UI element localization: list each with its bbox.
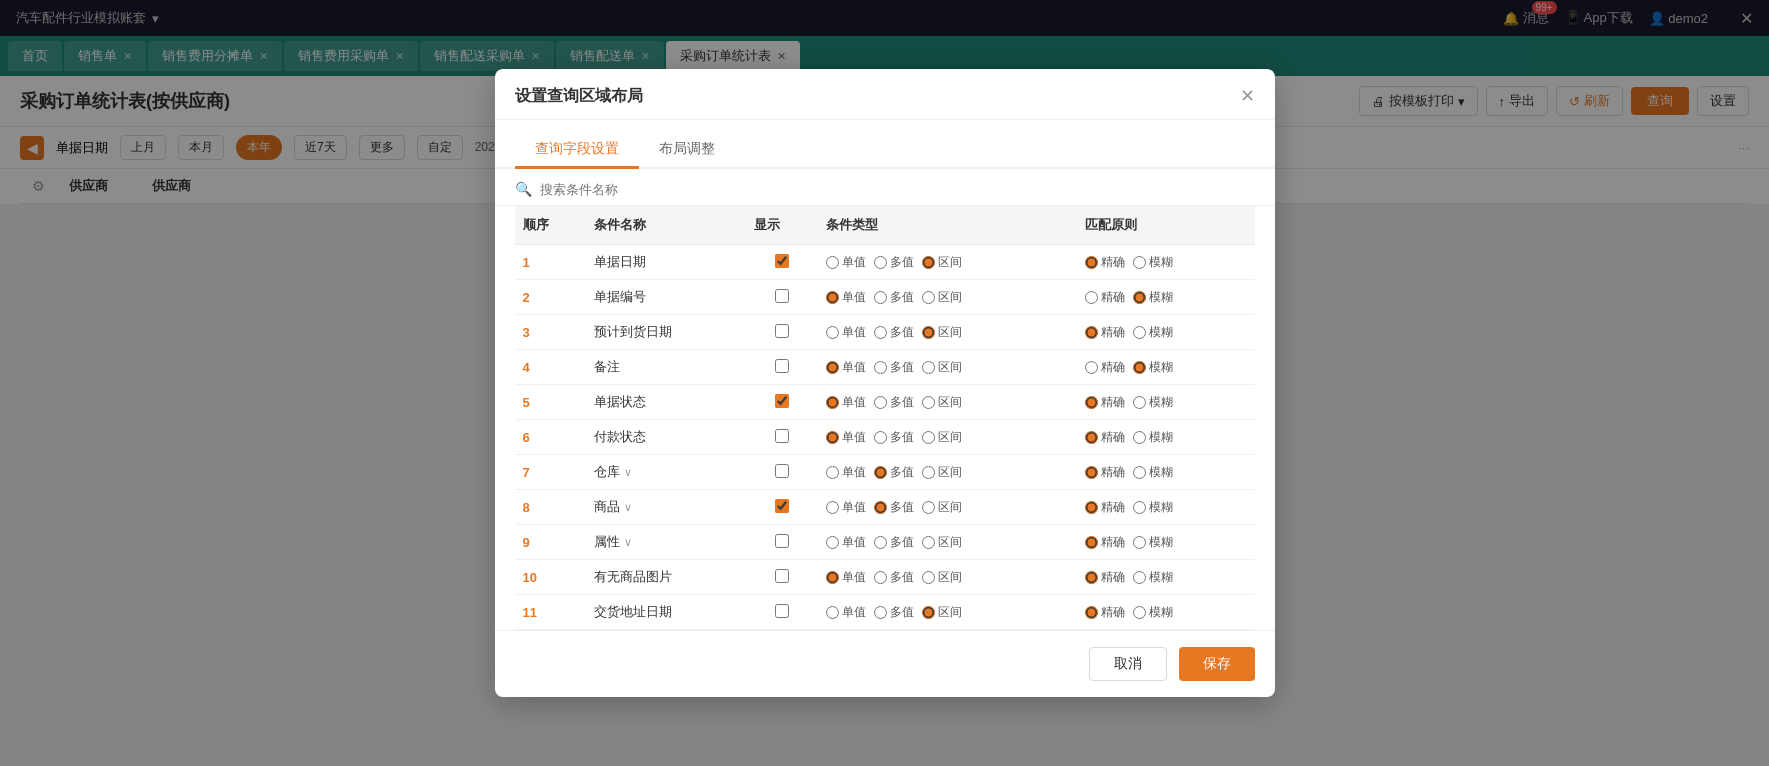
modal-overlay: 设置查询区域布局 ✕ 查询字段设置 布局调整 🔍 顺序 条件名称 显示 条件类型 bbox=[0, 0, 1769, 204]
dialog-close-button[interactable]: ✕ bbox=[1240, 85, 1255, 107]
search-icon: 🔍 bbox=[515, 181, 532, 197]
tab-layout-adjust[interactable]: 布局调整 bbox=[639, 132, 735, 169]
dialog-title: 设置查询区域布局 bbox=[515, 86, 643, 107]
dialog-header: 设置查询区域布局 ✕ bbox=[495, 69, 1275, 120]
search-input[interactable] bbox=[540, 182, 1255, 197]
settings-dialog: 设置查询区域布局 ✕ 查询字段设置 布局调整 🔍 顺序 条件名称 显示 条件类型 bbox=[495, 69, 1275, 204]
dialog-tabs: 查询字段设置 布局调整 bbox=[495, 120, 1275, 169]
search-row: 🔍 bbox=[495, 169, 1275, 204]
tab-query-fields[interactable]: 查询字段设置 bbox=[515, 132, 639, 169]
